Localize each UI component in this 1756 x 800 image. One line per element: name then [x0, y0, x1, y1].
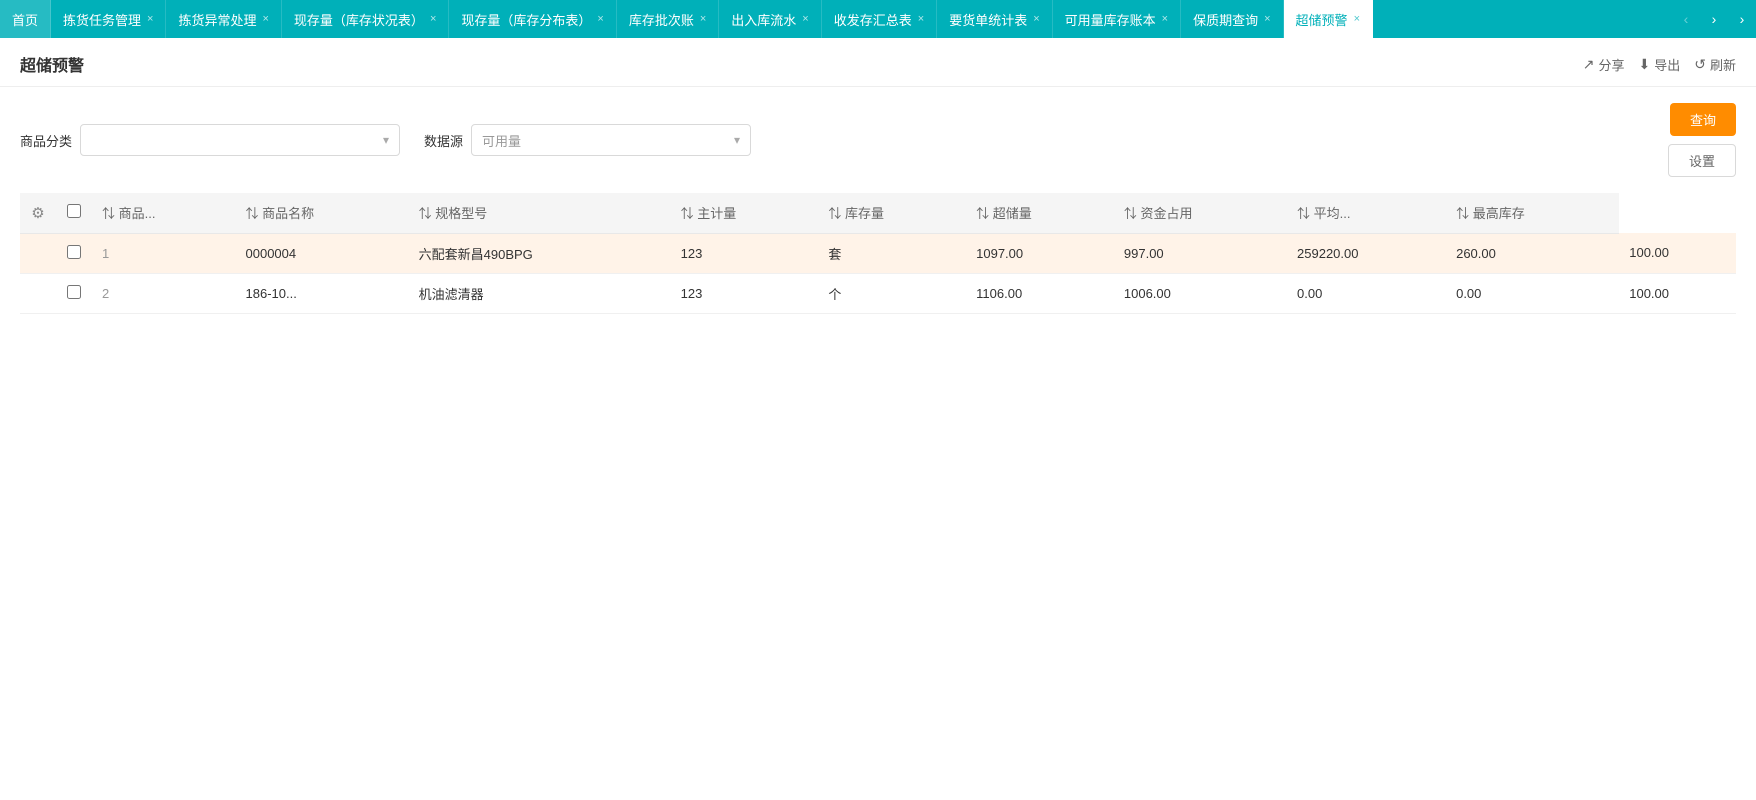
select-all-checkbox[interactable]	[67, 204, 81, 218]
close-icon[interactable]: ×	[262, 13, 268, 25]
table-row: 2 186-10... 机油滤清器 123 个 1106.00 1006.00 …	[20, 273, 1736, 313]
close-icon[interactable]: ×	[430, 13, 436, 25]
col-capital-header[interactable]: ⇅ 资金占用	[1114, 193, 1287, 233]
row-max-stock: 100.00	[1619, 233, 1736, 273]
row-checkbox-cell	[56, 233, 92, 273]
col-product-name-header[interactable]: ⇅ 商品名称	[236, 193, 409, 233]
row-spec: 123	[671, 273, 819, 313]
col-settings: ⚙	[20, 193, 56, 233]
nav-prev-button[interactable]: ‹	[1672, 0, 1700, 38]
nav-more-button[interactable]: ›	[1728, 0, 1756, 38]
datasource-select[interactable]: 可用量 ▾	[471, 124, 751, 156]
category-filter: 商品分类 ▾	[20, 124, 400, 156]
close-icon[interactable]: ×	[147, 13, 153, 25]
chevron-down-icon: ▾	[383, 133, 389, 147]
row-product-code: 0000004	[236, 233, 409, 273]
page-content: 超储预警 ↗ 分享 ⬇ 导出 ↺ 刷新 商品分类 ▾ 数据源	[0, 38, 1756, 800]
close-icon[interactable]: ×	[1033, 13, 1039, 25]
col-avg-header[interactable]: ⇅ 平均...	[1287, 193, 1446, 233]
query-button[interactable]: 查询	[1670, 103, 1736, 136]
filter-right-actions: 查询 设置	[1668, 103, 1736, 177]
col-max-stock-header[interactable]: ⇅ 最高库存	[1446, 193, 1619, 233]
row-settings	[20, 273, 56, 313]
row-stock: 1106.00	[966, 273, 1114, 313]
nav-item-summary[interactable]: 收发存汇总表 ×	[822, 0, 937, 38]
row-checkbox-cell	[56, 273, 92, 313]
nav-item-inout[interactable]: 出入库流水 ×	[719, 0, 821, 38]
page-header: 超储预警 ↗ 分享 ⬇ 导出 ↺ 刷新	[0, 38, 1756, 87]
row-avg: 0.00	[1446, 273, 1619, 313]
chevron-down-icon: ▾	[734, 133, 740, 147]
row-checkbox[interactable]	[67, 285, 81, 299]
row-index: 2	[92, 273, 236, 313]
nav-item-requisition[interactable]: 要货单统计表 ×	[937, 0, 1052, 38]
nav-item-inventory-status[interactable]: 现存量（库存状况表） ×	[282, 0, 449, 38]
refresh-button[interactable]: ↺ 刷新	[1694, 55, 1736, 74]
nav-item-home[interactable]: 首页	[0, 0, 51, 38]
nav-item-batch[interactable]: 库存批次账 ×	[617, 0, 719, 38]
close-icon[interactable]: ×	[700, 13, 706, 25]
row-overstock: 997.00	[1114, 233, 1287, 273]
header-actions: ↗ 分享 ⬇ 导出 ↺ 刷新	[1583, 55, 1736, 74]
row-capital: 0.00	[1287, 273, 1446, 313]
row-spec: 123	[671, 233, 819, 273]
close-icon[interactable]: ×	[597, 13, 603, 25]
row-unit: 个	[818, 273, 966, 313]
row-checkbox[interactable]	[67, 245, 81, 259]
row-avg: 260.00	[1446, 233, 1619, 273]
category-label: 商品分类	[20, 131, 72, 150]
col-overstock-header[interactable]: ⇅ 超储量	[966, 193, 1114, 233]
col-unit-header[interactable]: ⇅ 主计量	[671, 193, 819, 233]
row-product-name: 六配套新昌490BPG	[409, 233, 671, 273]
share-icon: ↗	[1583, 56, 1595, 73]
datasource-filter: 数据源 可用量 ▾	[424, 124, 751, 156]
nav-item-expiry[interactable]: 保质期查询 ×	[1181, 0, 1283, 38]
nav-item-abnormal[interactable]: 拣货异常处理 ×	[166, 0, 281, 38]
nav-item-task[interactable]: 拣货任务管理 ×	[51, 0, 166, 38]
settings-button[interactable]: 设置	[1668, 144, 1736, 177]
share-button[interactable]: ↗ 分享	[1583, 55, 1625, 74]
row-unit: 套	[818, 233, 966, 273]
row-overstock: 1006.00	[1114, 273, 1287, 313]
nav-item-inventory-dist[interactable]: 现存量（库存分布表） ×	[449, 0, 616, 38]
filter-section: 商品分类 ▾ 数据源 可用量 ▾ 查询 设置	[0, 87, 1756, 193]
nav-item-overstock[interactable]: 超储预警 ×	[1284, 0, 1373, 38]
close-icon[interactable]: ×	[1264, 13, 1270, 25]
close-icon[interactable]: ×	[1162, 13, 1168, 25]
datasource-value: 可用量	[482, 131, 521, 150]
col-checkbox-header	[56, 193, 92, 233]
row-product-code: 186-10...	[236, 273, 409, 313]
row-max-stock: 100.00	[1619, 273, 1736, 313]
page-title: 超储预警	[20, 52, 84, 76]
datasource-label: 数据源	[424, 131, 463, 150]
col-spec-header[interactable]: ⇅ 规格型号	[409, 193, 671, 233]
category-select[interactable]: ▾	[80, 124, 400, 156]
close-icon[interactable]: ×	[802, 13, 808, 25]
export-icon: ⬇	[1639, 56, 1651, 73]
row-settings	[20, 233, 56, 273]
row-index: 1	[92, 233, 236, 273]
refresh-icon: ↺	[1694, 56, 1706, 73]
close-icon[interactable]: ×	[918, 13, 924, 25]
export-button[interactable]: ⬇ 导出	[1639, 55, 1681, 74]
table-row: 1 0000004 六配套新昌490BPG 123 套 1097.00 997.…	[20, 233, 1736, 273]
nav-next-button[interactable]: ›	[1700, 0, 1728, 38]
table-header-row: ⚙ ⇅ 商品... ⇅ 商品名称 ⇅ 规格型号	[20, 193, 1736, 233]
data-table: ⚙ ⇅ 商品... ⇅ 商品名称 ⇅ 规格型号	[20, 193, 1736, 314]
row-capital: 259220.00	[1287, 233, 1446, 273]
nav-item-available[interactable]: 可用量库存账本 ×	[1053, 0, 1181, 38]
gear-icon[interactable]: ⚙	[31, 205, 44, 222]
table-container: ⚙ ⇅ 商品... ⇅ 商品名称 ⇅ 规格型号	[0, 193, 1756, 314]
nav-arrows: ‹ › ›	[1672, 0, 1756, 38]
col-product-code-header[interactable]: ⇅ 商品...	[92, 193, 236, 233]
row-stock: 1097.00	[966, 233, 1114, 273]
row-product-name: 机油滤清器	[409, 273, 671, 313]
close-icon[interactable]: ×	[1354, 13, 1360, 25]
nav-bar: 首页 拣货任务管理 × 拣货异常处理 × 现存量（库存状况表） × 现存量（库存…	[0, 0, 1756, 38]
col-stock-header[interactable]: ⇅ 库存量	[818, 193, 966, 233]
